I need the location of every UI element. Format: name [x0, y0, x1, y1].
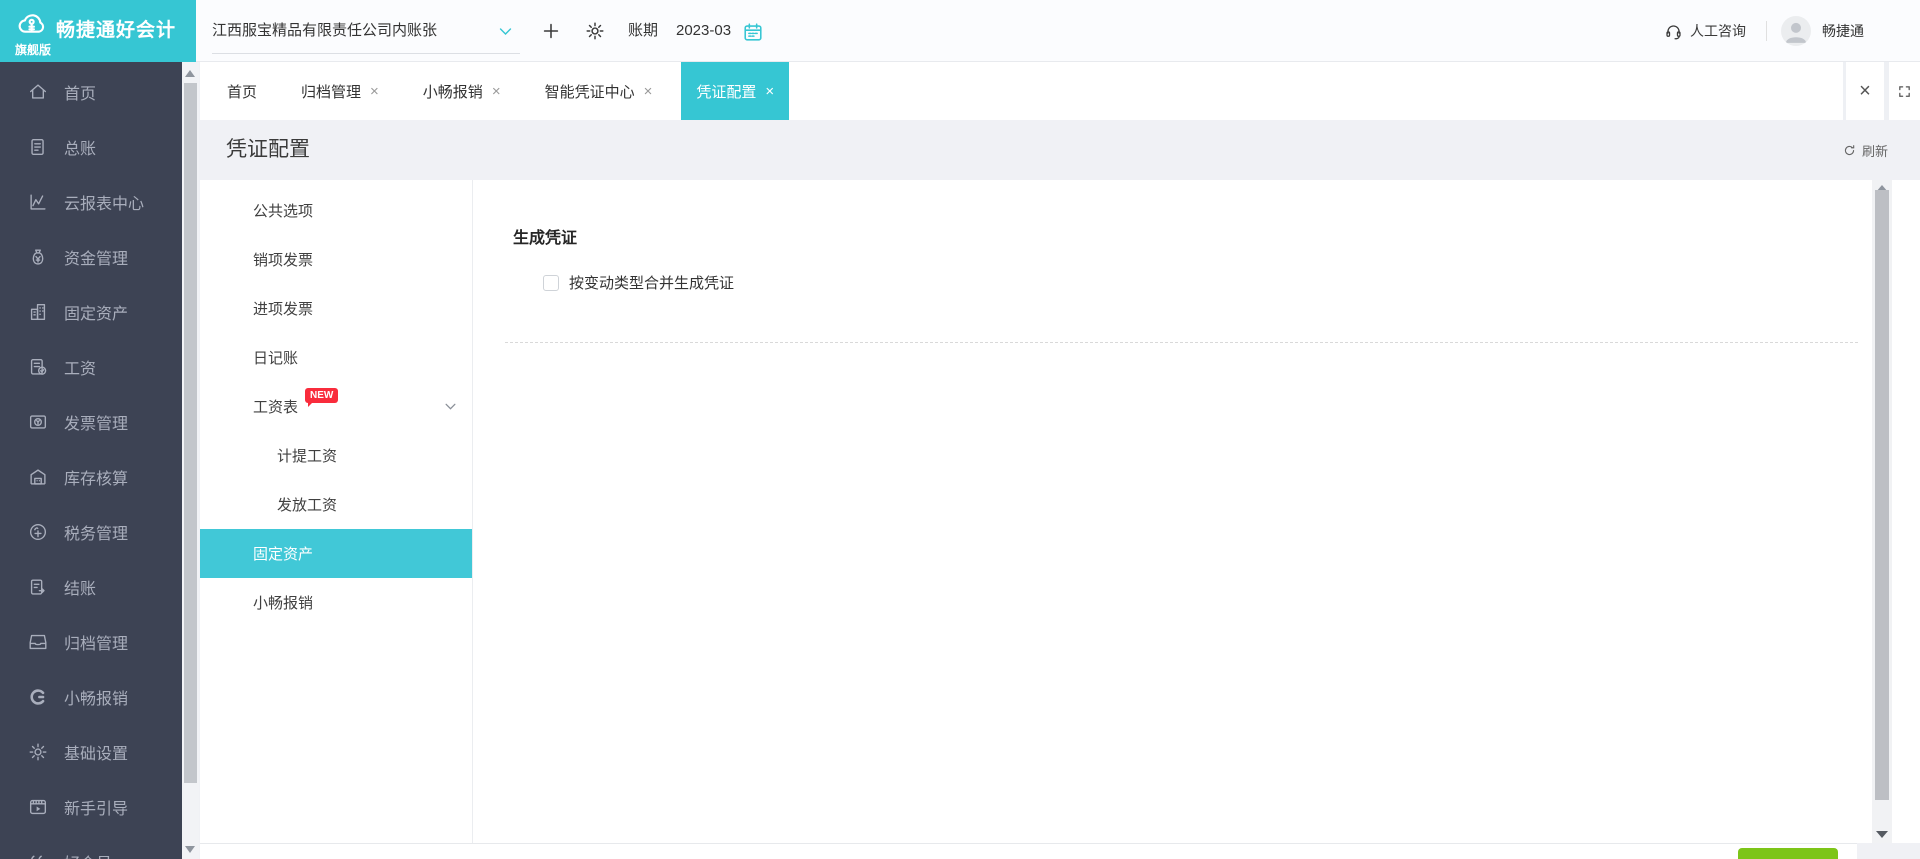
cloud-logo-icon — [18, 14, 45, 33]
sidebar-item-funds[interactable]: 资金管理 — [0, 229, 182, 284]
brand-title: 畅捷通好会计 — [56, 20, 177, 41]
submenu-item-journal[interactable]: 日记账 — [200, 333, 472, 382]
sidebar-item-reimburse[interactable]: 小畅报销 — [0, 669, 182, 724]
funds-icon — [32, 248, 44, 265]
period-value[interactable]: 2023-03 — [676, 0, 731, 62]
reimburse-icon — [30, 688, 45, 705]
member-icon — [30, 854, 43, 859]
sidebar-item-archive[interactable]: 归档管理 — [0, 614, 182, 669]
page-title: 凭证配置 — [226, 138, 310, 161]
home-icon — [29, 83, 47, 99]
module-sidebar: 首页 总账 云报表中心 资金管理 固定资产 工资 发票管理 库存核算 税务管理 … — [0, 62, 182, 859]
period-label: 账期 — [628, 22, 659, 39]
fixed-assets-icon — [30, 303, 46, 320]
fullscreen-button[interactable] — [1889, 62, 1920, 120]
tab-close-icon[interactable]: × — [644, 83, 653, 100]
submenu-item-purchase-invoice[interactable]: 进项发票 — [200, 284, 472, 333]
chevron-down-icon[interactable] — [497, 23, 514, 40]
new-badge: NEW — [305, 388, 339, 407]
guide-icon — [29, 799, 47, 814]
sidebar-item-report-center[interactable]: 云报表中心 — [0, 174, 182, 229]
brand-edition: 旗舰版 — [15, 43, 52, 57]
footer-action-button[interactable] — [1738, 848, 1838, 859]
sidebar-item-settings[interactable]: 基础设置 — [0, 724, 182, 779]
sidebar-item-tax[interactable]: 税务管理 — [0, 504, 182, 559]
scroll-down-arrow[interactable] — [185, 846, 195, 853]
support-button[interactable]: 人工咨询 — [1664, 0, 1746, 62]
merge-voucher-label[interactable]: 按变动类型合并生成凭证 — [569, 272, 734, 293]
topbar-divider — [1766, 21, 1767, 41]
tab-bar: 首页 归档管理 × 小畅报销 × 智能凭证中心 × 凭证配置 × × — [200, 62, 1920, 120]
person-icon — [1786, 22, 1806, 43]
close-all-tabs-button[interactable]: × — [1846, 62, 1884, 120]
merge-voucher-option: 按变动类型合并生成凭证 — [543, 272, 734, 293]
footer-action-area — [200, 843, 1857, 859]
content-scrollbar[interactable] — [1872, 180, 1892, 843]
headset-icon — [1666, 24, 1681, 39]
chevron-down-icon[interactable] — [443, 399, 458, 414]
sidebar-item-general-ledger[interactable]: 总账 — [0, 119, 182, 174]
support-label: 人工咨询 — [1690, 23, 1746, 39]
tabs-strip: 首页 归档管理 × 小畅报销 × 智能凭证中心 × 凭证配置 × — [200, 62, 1843, 120]
submenu-item-payroll-sheet[interactable]: 工资表 NEW — [200, 382, 472, 431]
tab-close-icon[interactable]: × — [765, 83, 774, 100]
brand-logo[interactable]: 畅捷通好会计 旗舰版 — [0, 0, 196, 62]
merge-voucher-checkbox[interactable] — [543, 274, 559, 291]
user-avatar[interactable] — [1781, 16, 1811, 46]
ledger-icon — [31, 138, 44, 155]
scrollbar-thumb[interactable] — [1875, 190, 1889, 800]
content-panel: 公共选项 销项发票 进项发票 日记账 工资表 NEW 计提工资 发放工资 固定资… — [200, 180, 1920, 843]
config-submenu: 公共选项 销项发票 进项发票 日记账 工资表 NEW 计提工资 发放工资 固定资… — [200, 180, 473, 843]
sidebar-scrollbar[interactable] — [182, 62, 199, 859]
app-window: 畅捷通好会计 旗舰版 江西服宝精品有限责任公司内账张 账期 2023-03 人工… — [0, 0, 1920, 859]
sidebar-item-invoice[interactable]: 发票管理 — [0, 394, 182, 449]
tab-close-icon[interactable]: × — [370, 83, 379, 100]
fullscreen-icon — [1899, 85, 1910, 97]
tab-home[interactable]: 首页 — [212, 62, 272, 120]
payroll-icon — [30, 358, 47, 375]
sidebar-item-inventory[interactable]: 库存核算 — [0, 449, 182, 504]
tab-reimburse[interactable]: 小畅报销 × — [408, 62, 516, 120]
submenu-item-accrue-payroll[interactable]: 计提工资 — [200, 431, 472, 480]
sidebar-item-closing[interactable]: 结账 — [0, 559, 182, 614]
gear-icon[interactable] — [584, 20, 606, 42]
sidebar-item-home[interactable]: 首页 — [0, 64, 182, 119]
tab-archive[interactable]: 归档管理 × — [286, 62, 394, 120]
tax-icon — [29, 523, 47, 540]
refresh-icon — [1844, 144, 1855, 155]
top-bar: 畅捷通好会计 旗舰版 江西服宝精品有限责任公司内账张 账期 2023-03 人工… — [0, 0, 1920, 62]
archive-icon — [29, 634, 47, 649]
page-header: 凭证配置 刷新 — [200, 120, 1920, 180]
calendar-icon[interactable] — [742, 21, 764, 43]
scrollbar-thumb[interactable] — [184, 83, 197, 783]
invoice-icon — [29, 414, 47, 429]
inventory-icon — [30, 468, 46, 485]
sidebar-item-payroll[interactable]: 工资 — [0, 339, 182, 394]
submenu-item-pay-payroll[interactable]: 发放工资 — [200, 480, 472, 529]
tab-smart-voucher[interactable]: 智能凭证中心 × — [530, 62, 668, 120]
section-title: 生成凭证 — [513, 230, 578, 247]
report-center-icon — [30, 193, 46, 210]
submenu-item-common-options[interactable]: 公共选项 — [200, 186, 472, 235]
submenu-item-fixed-assets[interactable]: 固定资产 — [200, 529, 472, 578]
closing-icon — [30, 578, 45, 595]
submenu-item-reimburse[interactable]: 小畅报销 — [200, 578, 472, 627]
scroll-down-arrow[interactable] — [1876, 831, 1888, 838]
plus-icon[interactable] — [540, 20, 562, 42]
refresh-label: 刷新 — [1861, 143, 1888, 159]
section-divider — [505, 342, 1858, 343]
settings-icon — [29, 743, 47, 760]
footer-bar — [200, 843, 1920, 859]
tab-close-icon[interactable]: × — [492, 83, 501, 100]
submenu-item-sales-invoice[interactable]: 销项发票 — [200, 235, 472, 284]
sidebar-item-guide[interactable]: 新手引导 — [0, 779, 182, 834]
sidebar-item-fixed-assets[interactable]: 固定资产 — [0, 284, 182, 339]
refresh-button[interactable]: 刷新 — [1842, 120, 1888, 180]
tab-voucher-config[interactable]: 凭证配置 × — [681, 62, 790, 120]
username[interactable]: 畅捷通 — [1822, 0, 1864, 62]
sidebar-item-member[interactable]: 好会员 — [0, 834, 182, 859]
scroll-up-arrow[interactable] — [185, 70, 195, 77]
company-underline — [212, 53, 520, 54]
